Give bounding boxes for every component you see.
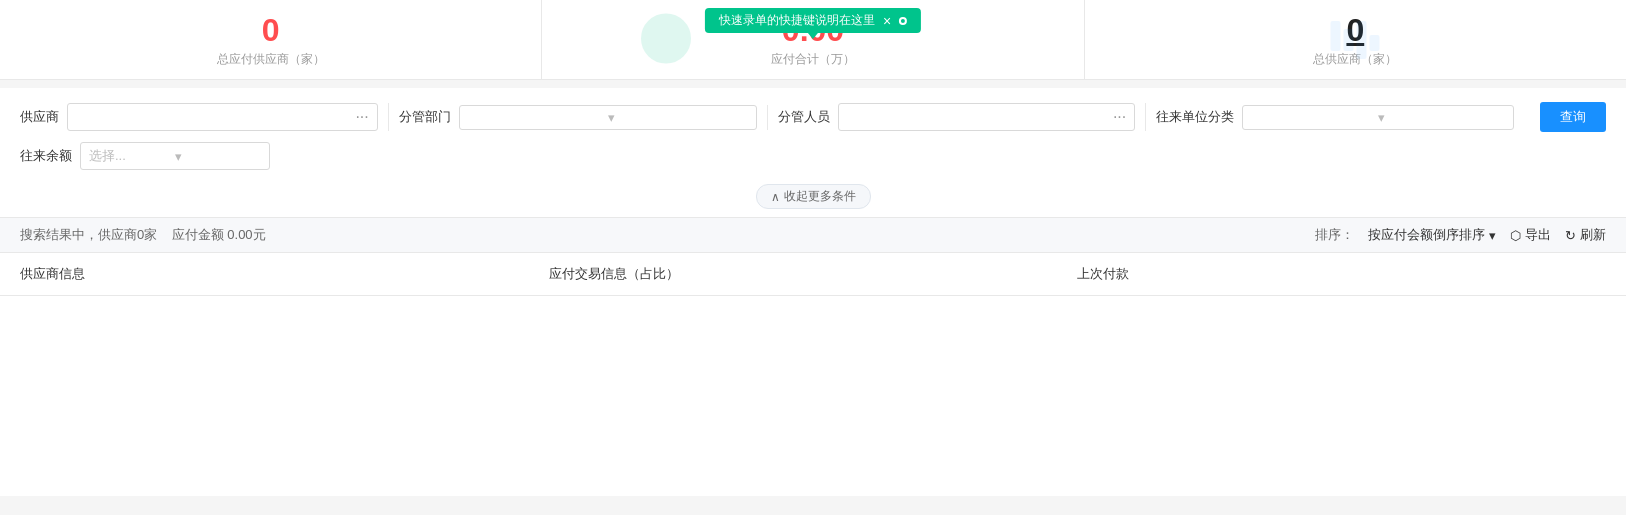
balance-arrow-icon: ▾ [175, 149, 261, 164]
collapse-arrow-icon: ∧ [771, 190, 780, 204]
sort-label: 排序： [1315, 226, 1354, 244]
total-payable-suppliers-label: 总应付供应商（家） [217, 51, 325, 68]
table-container: 供应商信息 应付交易信息（占比） 上次付款 [0, 253, 1626, 496]
result-summary: 搜索结果中，供应商0家 应付金额 0.00元 [20, 226, 266, 244]
dept-arrow-icon: ▾ [608, 110, 748, 125]
result-bar: 搜索结果中，供应商0家 应付金额 0.00元 排序： 按应付会额倒序排序 ▾ ⬡… [0, 218, 1626, 253]
unit-arrow-icon: ▾ [1378, 110, 1505, 125]
col-supplier-header: 供应商信息 [20, 265, 549, 283]
sort-select[interactable]: 按应付会额倒序排序 ▾ [1368, 226, 1496, 244]
search-row-2: 往来余额 选择... ▾ [20, 142, 1606, 170]
col-payable-header: 应付交易信息（占比） [549, 265, 1078, 283]
supplier-input[interactable] [76, 110, 349, 125]
tooltip-bar: 快速录单的快捷键说明在这里 × [705, 8, 921, 33]
dept-field: 分管部门 ▾ [389, 105, 768, 130]
person-input[interactable] [847, 110, 1107, 125]
supplier-field: 供应商 ··· [20, 103, 389, 131]
card2-icon: 米 [640, 12, 692, 64]
balance-select[interactable]: 选择... ▾ [80, 142, 270, 170]
search-row-1: 供应商 ··· 分管部门 ▾ 分管人员 ··· 往来单位分类 [20, 102, 1606, 132]
person-field: 分管人员 ··· [768, 103, 1147, 131]
collapse-label: 收起更多条件 [784, 188, 856, 205]
summary-card-2: 快速录单的快捷键说明在这里 × 米 0.00 应付合计（万） [542, 0, 1084, 79]
table-header: 供应商信息 应付交易信息（占比） 上次付款 [0, 253, 1626, 296]
refresh-button[interactable]: ↻ 刷新 [1565, 226, 1606, 244]
search-section: 供应商 ··· 分管部门 ▾ 分管人员 ··· 往来单位分类 [0, 88, 1626, 218]
tooltip-close-button[interactable]: × [883, 14, 891, 28]
svg-text:米: 米 [655, 25, 677, 50]
balance-label: 往来余额 [20, 147, 72, 165]
dept-select[interactable]: ▾ [459, 105, 757, 130]
query-button[interactable]: 查询 [1540, 102, 1606, 132]
sort-arrow-icon: ▾ [1489, 228, 1496, 243]
person-dots-button[interactable]: ··· [1113, 108, 1126, 126]
dept-label: 分管部门 [399, 108, 451, 126]
export-button[interactable]: ⬡ 导出 [1510, 226, 1551, 244]
collapse-button[interactable]: ∧ 收起更多条件 [756, 184, 871, 209]
payable-total-label: 应付合计（万） [771, 51, 855, 68]
collapse-row: ∧ 收起更多条件 [20, 180, 1606, 217]
export-label: 导出 [1525, 226, 1551, 244]
balance-placeholder: 选择... [89, 147, 175, 165]
tooltip-text: 快速录单的快捷键说明在这里 [719, 12, 875, 29]
refresh-icon: ↻ [1565, 228, 1576, 243]
supplier-label: 供应商 [20, 108, 59, 126]
total-payable-suppliers-number: 0 [262, 11, 280, 49]
unit-label: 往来单位分类 [1156, 108, 1234, 126]
supplier-dots-button[interactable]: ··· [355, 108, 368, 126]
card3-bg-icon [1331, 21, 1380, 59]
supplier-input-wrap[interactable]: ··· [67, 103, 378, 131]
result-amount: 应付金额 0.00元 [172, 227, 266, 242]
summary-card-1: 0 总应付供应商（家） [0, 0, 542, 79]
result-bar-right: 排序： 按应付会额倒序排序 ▾ ⬡ 导出 ↻ 刷新 [1315, 226, 1606, 244]
unit-select[interactable]: ▾ [1242, 105, 1514, 130]
refresh-label: 刷新 [1580, 226, 1606, 244]
table-body [0, 296, 1626, 496]
tooltip-dot [899, 17, 907, 25]
person-input-wrap[interactable]: ··· [838, 103, 1136, 131]
person-label: 分管人员 [778, 108, 830, 126]
summary-card-3: 0 总供应商（家） [1085, 0, 1626, 79]
export-icon: ⬡ [1510, 228, 1521, 243]
summary-bar: 0 总应付供应商（家） 快速录单的快捷键说明在这里 × 米 0.00 应付合计（… [0, 0, 1626, 80]
col-lastpay-header: 上次付款 [1077, 265, 1606, 283]
result-text: 搜索结果中，供应商0家 [20, 227, 157, 242]
unit-field: 往来单位分类 ▾ [1146, 105, 1524, 130]
sort-value: 按应付会额倒序排序 [1368, 226, 1485, 244]
